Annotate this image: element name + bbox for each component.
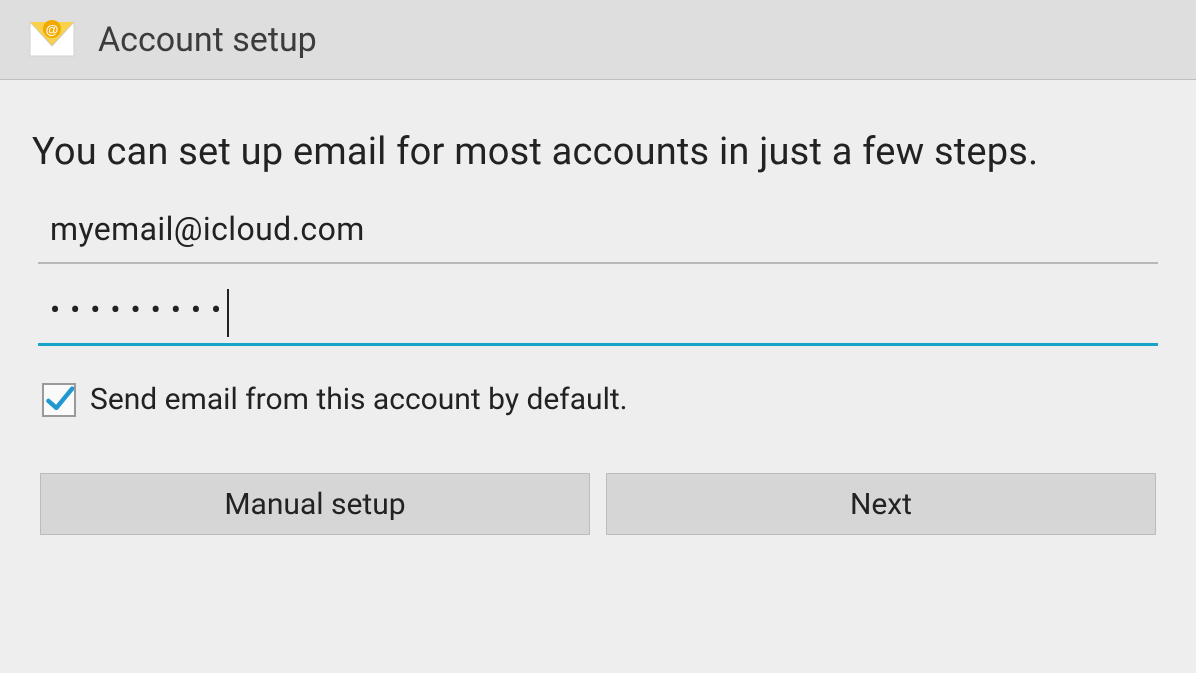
title-bar: @ Account setup [0,0,1196,80]
password-mask: ••••••••• [50,296,231,326]
email-app-icon: @ [24,12,80,68]
password-field[interactable]: ••••••••• [38,286,1158,346]
default-account-label: Send email from this account by default. [90,382,628,417]
content-area: You can set up email for most accounts i… [0,80,1196,535]
email-field[interactable] [38,200,1158,264]
next-button[interactable]: Next [606,473,1156,535]
default-account-checkbox[interactable] [42,383,76,417]
svg-text:@: @ [46,22,59,37]
setup-heading: You can set up email for most accounts i… [32,130,1164,174]
manual-setup-button[interactable]: Manual setup [40,473,590,535]
page-title: Account setup [98,20,317,60]
